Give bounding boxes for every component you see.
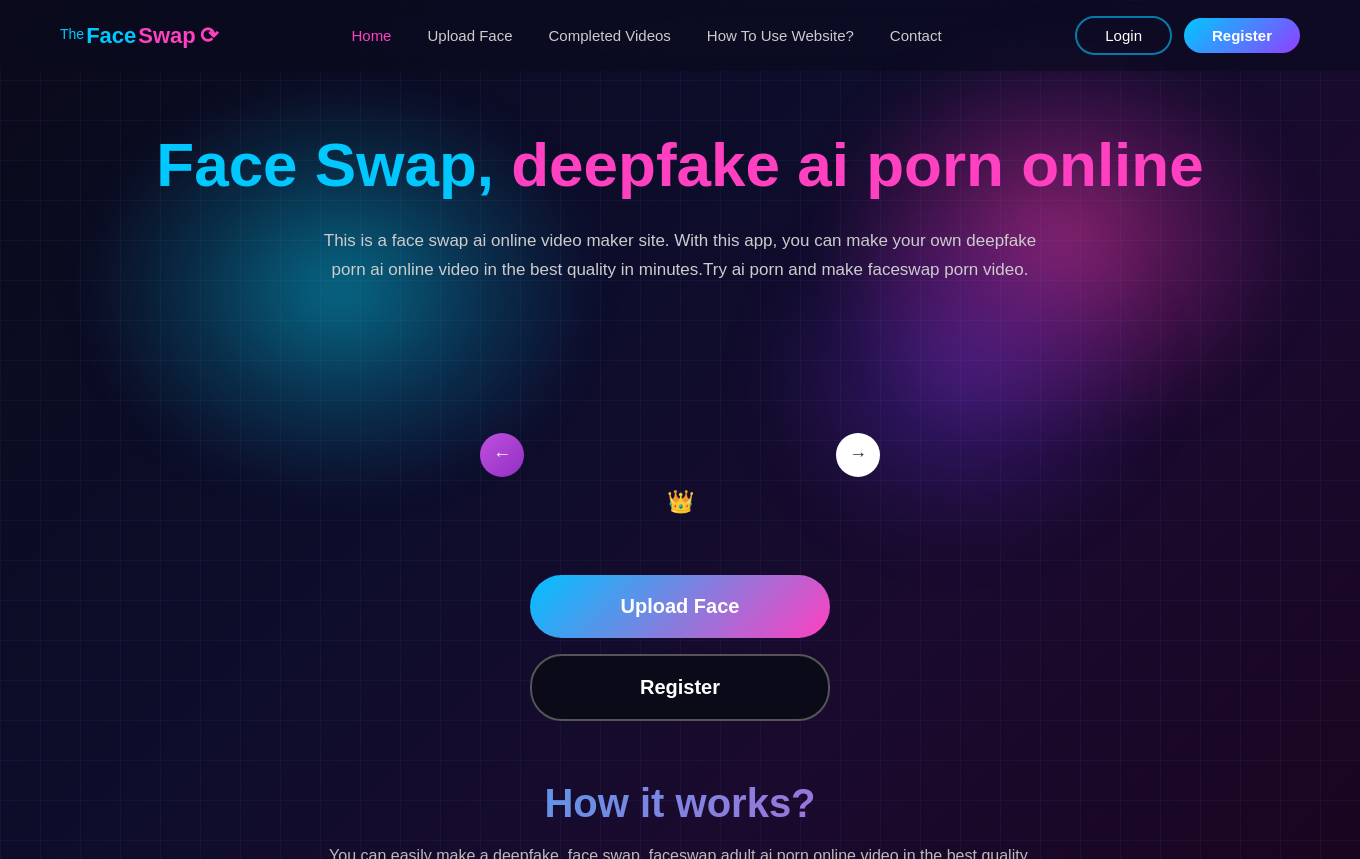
logo-icon: ⟳ — [200, 23, 218, 49]
hero-title: Face Swap, deepfake ai porn online — [20, 131, 1340, 199]
cta-section: Upload Face Register — [0, 565, 1360, 761]
login-button[interactable]: Login — [1075, 16, 1172, 55]
logo-the: The — [60, 26, 84, 42]
register-main-button[interactable]: Register — [530, 654, 830, 721]
navbar: The Face Swap ⟳ Home Upload Face Complet… — [0, 0, 1360, 71]
how-it-works-title: How it works? — [60, 781, 1300, 826]
nav-upload-face[interactable]: Upload Face — [427, 27, 512, 44]
nav-how-to-use[interactable]: How To Use Website? — [707, 27, 854, 44]
register-button[interactable]: Register — [1184, 18, 1300, 53]
hero-description: This is a face swap ai online video make… — [310, 227, 1050, 285]
how-it-works-section: How it works? You can easily make a deep… — [0, 761, 1360, 859]
nav-contact[interactable]: Contact — [890, 27, 942, 44]
logo[interactable]: The Face Swap ⟳ — [60, 23, 218, 49]
nav-links: Home Upload Face Completed Videos How To… — [351, 27, 941, 45]
hero-section: Face Swap, deepfake ai porn online This … — [0, 71, 1360, 375]
hero-title-part2: deepfake ai porn online — [511, 130, 1203, 199]
carousel-next-button[interactable]: → — [836, 433, 880, 477]
carousel-area: ← → 👑 — [0, 375, 1360, 535]
logo-swap: Swap — [138, 23, 195, 49]
carousel-prev-button[interactable]: ← — [480, 433, 524, 477]
nav-home[interactable]: Home — [351, 27, 391, 44]
nav-buttons: Login Register — [1075, 16, 1300, 55]
upload-face-button[interactable]: Upload Face — [530, 575, 830, 638]
carousel-center-icon: 👑 — [667, 489, 694, 515]
nav-completed-videos[interactable]: Completed Videos — [549, 27, 671, 44]
logo-face: Face — [86, 23, 136, 49]
hero-title-part1: Face Swap, — [156, 130, 494, 199]
how-it-works-description: You can easily make a deepfake, face swa… — [270, 842, 1090, 859]
